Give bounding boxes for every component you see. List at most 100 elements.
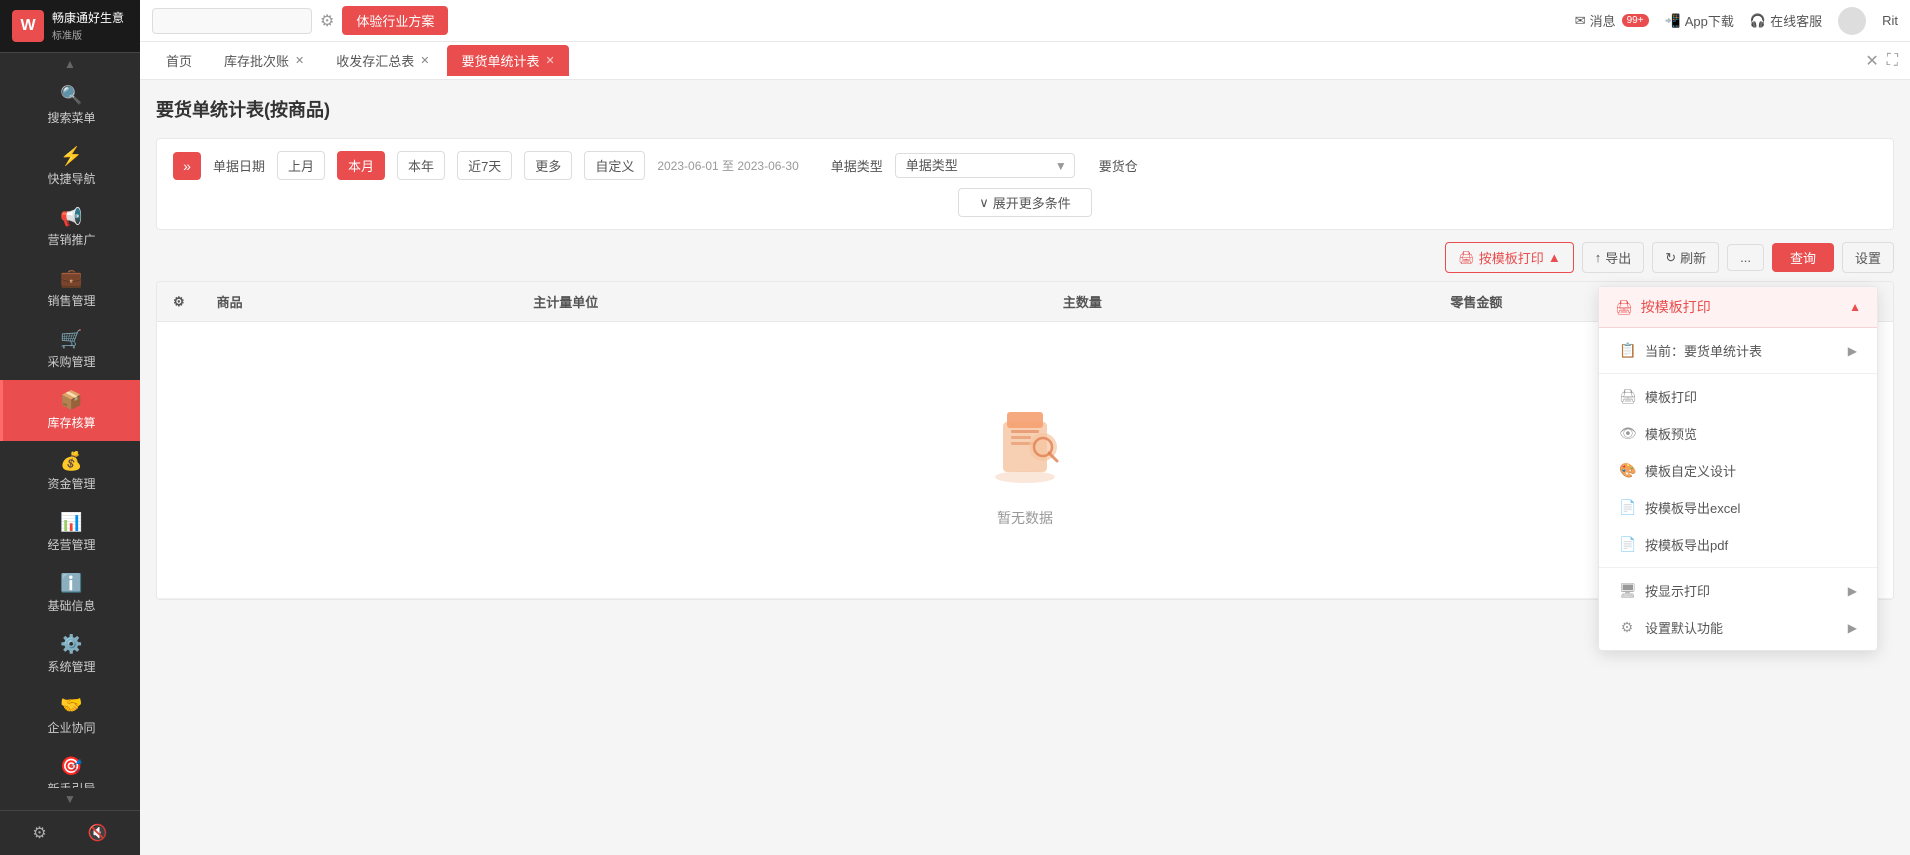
message-badge: 99+ — [1622, 14, 1649, 27]
current-chevron-icon: ▶ — [1848, 344, 1857, 358]
empty-illustration — [975, 392, 1075, 492]
handshake-icon: 🤝 — [60, 695, 82, 716]
sidebar-item-label: 系统管理 — [47, 658, 95, 675]
col-qty: 主数量 — [1047, 282, 1435, 322]
info-icon: ℹ️ — [60, 573, 82, 594]
message-button[interactable]: ✉ 消息 99+ — [1575, 11, 1649, 30]
tab-close-inventory-batch[interactable]: ✕ — [295, 54, 304, 67]
print-dropdown-icon: 🖨 — [1615, 299, 1633, 316]
briefcase-icon: 💼 — [60, 268, 82, 289]
sidebar-footer: ⚙ 🔇 — [0, 810, 140, 855]
sidebar-item-label: 企业协同 — [47, 719, 95, 736]
main-area: ⚙ 体验行业方案 ✉ 消息 99+ 📲 App下载 🎧 在线客服 Rit 首页 — [140, 0, 1910, 855]
dropdown-main-section: 🖨 模板打印 👁 模板预览 🎨 模板自定义设计 📄 按模板导出excel — [1599, 374, 1877, 568]
avatar[interactable] — [1838, 7, 1866, 35]
sidebar-scroll-down[interactable]: ▼ — [0, 788, 140, 810]
sidebar-item-quick-nav[interactable]: ⚡ 快捷导航 — [0, 136, 140, 197]
sidebar-item-search[interactable]: 🔍 搜索菜单 — [0, 75, 140, 136]
sidebar-item-sales[interactable]: 💼 销售管理 — [0, 258, 140, 319]
online-service-button[interactable]: 🎧 在线客服 — [1750, 11, 1822, 30]
sidebar-item-label: 新手引导 — [47, 780, 95, 788]
date-label: 单据日期 — [213, 156, 265, 175]
sidebar-item-operations[interactable]: 📊 经营管理 — [0, 502, 140, 563]
date-btn-this-year[interactable]: 本年 — [397, 151, 445, 180]
date-btn-more[interactable]: 更多 — [524, 151, 572, 180]
export-button[interactable]: ↑ 导出 — [1582, 242, 1645, 273]
tab-inventory-batch[interactable]: 库存批次账 ✕ — [210, 45, 318, 76]
type-label: 单据类型 — [831, 156, 883, 175]
topbar-search-input[interactable] — [152, 8, 312, 34]
sidebar-item-marketing[interactable]: 📢 营销推广 — [0, 197, 140, 258]
more-button[interactable]: ... — [1727, 244, 1764, 271]
sidebar-item-finance[interactable]: 💰 资金管理 — [0, 441, 140, 502]
dropdown-display-print[interactable]: 🖥 按显示打印 ▶ — [1599, 572, 1877, 609]
sidebar-logo: W 畅康通好生意 标准版 — [0, 0, 140, 53]
tab-close-receipt-summary[interactable]: ✕ — [420, 54, 429, 67]
logo-text: 畅康通好生意 标准版 — [52, 10, 124, 42]
dropdown-item-template-design[interactable]: 🎨 模板自定义设计 — [1599, 452, 1877, 489]
filter-bar: » 单据日期 上月 本月 本年 近7天 更多 自定义 2023-06-01 至 … — [156, 138, 1894, 230]
filter-expand-btn[interactable]: » — [173, 152, 201, 180]
dropdown-item-export-pdf[interactable]: 📄 按模板导出pdf — [1599, 526, 1877, 563]
dropdown-item-export-excel[interactable]: 📄 按模板导出excel — [1599, 489, 1877, 526]
footer-settings-icon[interactable]: ⚙ — [32, 823, 46, 843]
set-default-arrow-icon: ▶ — [1848, 621, 1857, 635]
dropdown-item-template-print[interactable]: 🖨 模板打印 — [1599, 378, 1877, 415]
sidebar-item-enterprise[interactable]: 🤝 企业协同 — [0, 685, 140, 746]
app-download-button[interactable]: 📲 App下载 — [1665, 11, 1734, 30]
gear-icon: ⚙️ — [60, 634, 82, 655]
action-area: 🖨 按模板打印 ▲ ↑ 导出 ↻ 刷新 ... 查询 设置 — [156, 242, 1894, 273]
target-icon: 🎯 — [60, 756, 82, 777]
chevron-up-icon: ▲ — [1548, 250, 1561, 265]
sidebar-item-label: 营销推广 — [47, 231, 95, 248]
industry-solution-button[interactable]: 体验行业方案 — [342, 6, 448, 35]
tabbar-right: ✕ ⛶ — [1865, 51, 1898, 71]
eye-icon: 👁 — [1619, 425, 1635, 442]
printer-icon: 🖨 — [1619, 388, 1635, 405]
maximize-button[interactable]: ⛶ — [1887, 52, 1898, 70]
col-unit: 主计量单位 — [517, 282, 1047, 322]
sidebar-item-inventory[interactable]: 📦 库存核算 — [0, 380, 140, 441]
sidebar-scroll-up[interactable]: ▲ — [0, 53, 140, 75]
tab-close-order-summary[interactable]: ✕ — [546, 54, 555, 67]
topbar-gear-icon[interactable]: ⚙ — [320, 11, 334, 31]
query-button[interactable]: 查询 — [1772, 243, 1834, 272]
settings-button[interactable]: 设置 — [1842, 242, 1894, 273]
set-default-icon: ⚙ — [1619, 619, 1635, 636]
date-btn-custom[interactable]: 自定义 — [584, 151, 645, 180]
sidebar-item-purchase[interactable]: 🛒 采购管理 — [0, 319, 140, 380]
date-btn-last-month[interactable]: 上月 — [277, 151, 325, 180]
close-all-tabs-button[interactable]: ✕ — [1865, 51, 1878, 71]
topbar-right: ✉ 消息 99+ 📲 App下载 🎧 在线客服 Rit — [1575, 7, 1898, 35]
refresh-button[interactable]: ↻ 刷新 — [1652, 242, 1719, 273]
tab-order-summary[interactable]: 要货单统计表 ✕ — [447, 45, 568, 76]
tab-home[interactable]: 首页 — [152, 45, 206, 76]
dropdown-current-template[interactable]: 📋 当前：要货单统计表 ▶ — [1599, 332, 1877, 369]
topbar: ⚙ 体验行业方案 ✉ 消息 99+ 📲 App下载 🎧 在线客服 Rit — [140, 0, 1910, 42]
print-dropdown: 🖨 按模板打印 ▲ 📋 当前：要货单统计表 ▶ — [1598, 286, 1878, 651]
design-icon: 🎨 — [1619, 462, 1635, 479]
sidebar-item-system[interactable]: ⚙️ 系统管理 — [0, 624, 140, 685]
chart-icon: 📊 — [60, 512, 82, 533]
col-settings[interactable]: ⚙ — [157, 282, 201, 322]
dropdown-set-default[interactable]: ⚙ 设置默认功能 ▶ — [1599, 609, 1877, 646]
expand-more-button[interactable]: ∨ 展开更多条件 — [958, 188, 1092, 217]
service-icon: 🎧 — [1750, 13, 1766, 29]
user-name: Rit — [1882, 13, 1898, 28]
sidebar-item-basic[interactable]: ℹ️ 基础信息 — [0, 563, 140, 624]
dropdown-item-template-preview[interactable]: 👁 模板预览 — [1599, 415, 1877, 452]
tab-receipt-summary[interactable]: 收发存汇总表 ✕ — [322, 45, 443, 76]
pdf-icon: 📄 — [1619, 536, 1635, 553]
footer-mute-icon[interactable]: 🔇 — [88, 823, 108, 843]
search-icon: 🔍 — [60, 85, 82, 106]
print-template-button[interactable]: 🖨 按模板打印 ▲ — [1445, 242, 1573, 273]
date-btn-this-month[interactable]: 本月 — [337, 151, 385, 180]
action-bar: 🖨 按模板打印 ▲ ↑ 导出 ↻ 刷新 ... 查询 设置 — [156, 242, 1894, 273]
date-btn-7days[interactable]: 近7天 — [457, 151, 512, 180]
print-dropdown-header[interactable]: 🖨 按模板打印 ▲ — [1599, 287, 1877, 328]
type-select-wrapper: 单据类型 ▼ — [895, 153, 1075, 178]
app-icon: 📲 — [1665, 13, 1681, 29]
type-select[interactable]: 单据类型 — [895, 153, 1075, 178]
monitor-icon: 🖥 — [1619, 582, 1635, 599]
sidebar-item-newbie[interactable]: 🎯 新手引导 — [0, 746, 140, 788]
